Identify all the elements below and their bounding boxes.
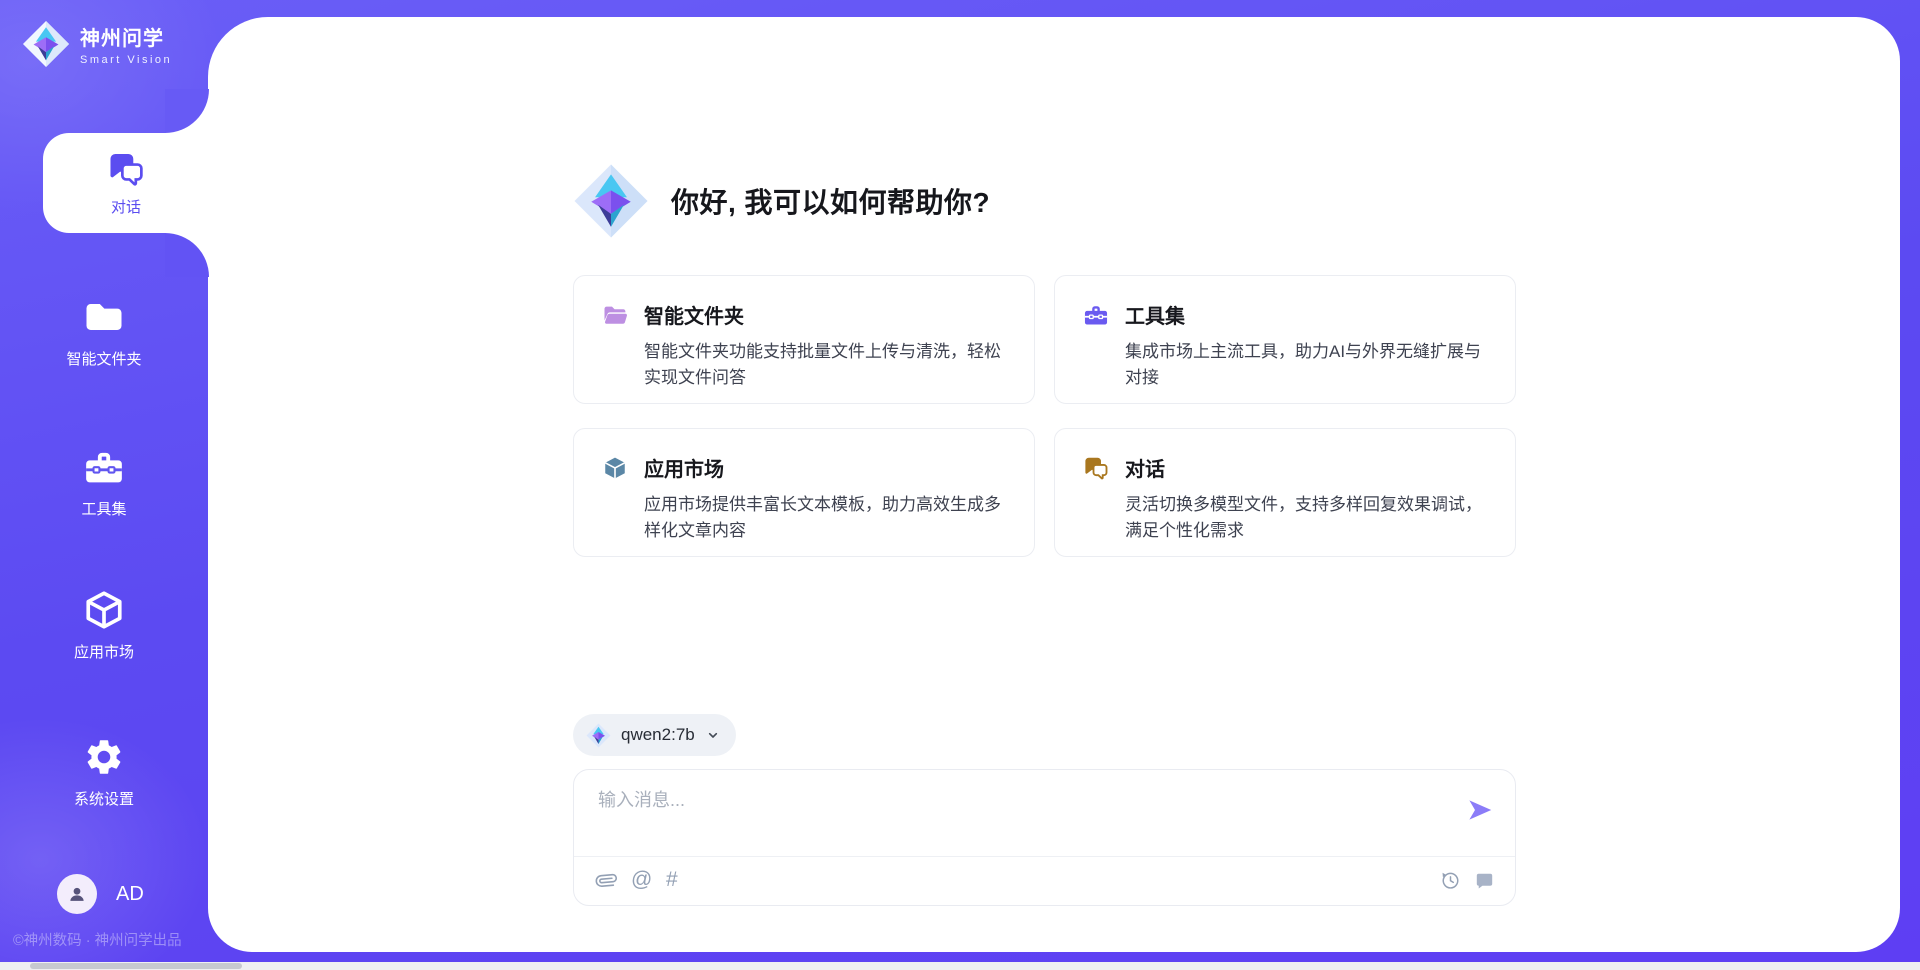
copyright-text: ©神州数码 · 神州问学出品	[13, 929, 182, 950]
feature-cards: 智能文件夹 智能文件夹功能支持批量文件上传与清洗，轻松实现文件问答 工具集 集成…	[573, 275, 1516, 557]
tab-curve-top	[165, 89, 209, 133]
sidebar-item-label: 对话	[111, 196, 141, 217]
sidebar-item-toolset[interactable]: 工具集	[0, 446, 208, 519]
tab-curve-bottom	[165, 233, 209, 277]
card-description: 应用市场提供丰富长文本模板，助力高效生成多样化文章内容	[644, 492, 1006, 543]
sidebar-item-smart-folder[interactable]: 智能文件夹	[0, 296, 208, 369]
brand-diamond-icon	[22, 20, 70, 68]
main-panel: 你好, 我可以如何帮助你? 智能文件夹 智能文件夹功能支持批量文件上传与清洗，轻…	[208, 17, 1900, 952]
toolbox-icon	[1083, 302, 1109, 328]
paperclip-icon	[596, 870, 617, 891]
chat-bubble-button[interactable]	[1474, 871, 1495, 897]
sidebar-item-label: 工具集	[81, 498, 126, 519]
mention-button[interactable]: @	[631, 869, 652, 890]
greeting-title: 你好, 我可以如何帮助你?	[671, 181, 990, 221]
chat-bubble-icon	[1474, 871, 1495, 892]
app-cube-icon	[602, 455, 628, 481]
card-description: 集成市场上主流工具，助力AI与外界无缝扩展与对接	[1125, 339, 1487, 390]
card-app-market[interactable]: 应用市场 应用市场提供丰富长文本模板，助力高效生成多样化文章内容	[573, 428, 1035, 557]
sidebar-item-label: 应用市场	[74, 641, 134, 662]
attach-button[interactable]	[596, 870, 617, 896]
brand-name: 神州问学	[80, 22, 172, 51]
card-description: 灵活切换多模型文件，支持多样回复效果调试，满足个性化需求	[1125, 492, 1487, 543]
history-button[interactable]	[1440, 870, 1461, 896]
message-composer: @ #	[573, 769, 1516, 906]
composer-divider	[574, 856, 1515, 857]
person-icon	[66, 883, 88, 905]
chat-icon	[107, 150, 145, 188]
card-title: 工具集	[1125, 300, 1185, 329]
sidebar-item-label: 智能文件夹	[66, 348, 141, 369]
cube-icon	[83, 589, 125, 631]
model-selector[interactable]: qwen2:7b	[573, 714, 736, 756]
folder-open-icon	[602, 302, 628, 328]
message-input[interactable]	[598, 786, 1438, 844]
card-chat[interactable]: 对话 灵活切换多模型文件，支持多样回复效果调试，满足个性化需求	[1054, 428, 1516, 557]
sidebar-item-app-market[interactable]: 应用市场	[0, 589, 208, 662]
gear-icon	[83, 736, 125, 778]
sidebar-item-label: 系统设置	[74, 788, 134, 809]
sidebar: 神州问学 Smart Vision 对话 智能文件夹 工具集	[0, 0, 208, 970]
send-icon	[1465, 795, 1495, 825]
card-title: 对话	[1125, 453, 1165, 482]
scrollbar-thumb[interactable]	[30, 963, 242, 969]
model-name: qwen2:7b	[621, 725, 695, 745]
card-description: 智能文件夹功能支持批量文件上传与清洗，轻松实现文件问答	[644, 339, 1006, 390]
card-title: 智能文件夹	[644, 300, 744, 329]
sidebar-item-settings[interactable]: 系统设置	[0, 736, 208, 809]
user-name: AD	[116, 883, 144, 906]
brand-subtitle: Smart Vision	[80, 54, 172, 66]
card-toolset[interactable]: 工具集 集成市场上主流工具，助力AI与外界无缝扩展与对接	[1054, 275, 1516, 404]
brand-diamond-icon	[586, 723, 611, 748]
hash-button[interactable]: #	[666, 869, 678, 890]
user-account[interactable]: AD	[57, 874, 144, 914]
card-title: 应用市场	[644, 453, 724, 482]
chat-icon	[1083, 455, 1109, 481]
avatar	[57, 874, 97, 914]
toolbox-icon	[83, 446, 125, 488]
greeting: 你好, 我可以如何帮助你?	[573, 163, 990, 239]
main-content: 你好, 我可以如何帮助你? 智能文件夹 智能文件夹功能支持批量文件上传与清洗，轻…	[573, 17, 1516, 952]
folder-icon	[83, 296, 125, 338]
send-button[interactable]	[1465, 795, 1495, 825]
brand-diamond-icon	[573, 163, 649, 239]
sidebar-item-chat[interactable]: 对话	[43, 133, 209, 233]
chevron-down-icon	[705, 727, 721, 743]
brand-logo: 神州问学 Smart Vision	[22, 20, 172, 68]
horizontal-scrollbar	[0, 962, 1920, 970]
history-icon	[1440, 870, 1461, 891]
card-smart-folder[interactable]: 智能文件夹 智能文件夹功能支持批量文件上传与清洗，轻松实现文件问答	[573, 275, 1035, 404]
